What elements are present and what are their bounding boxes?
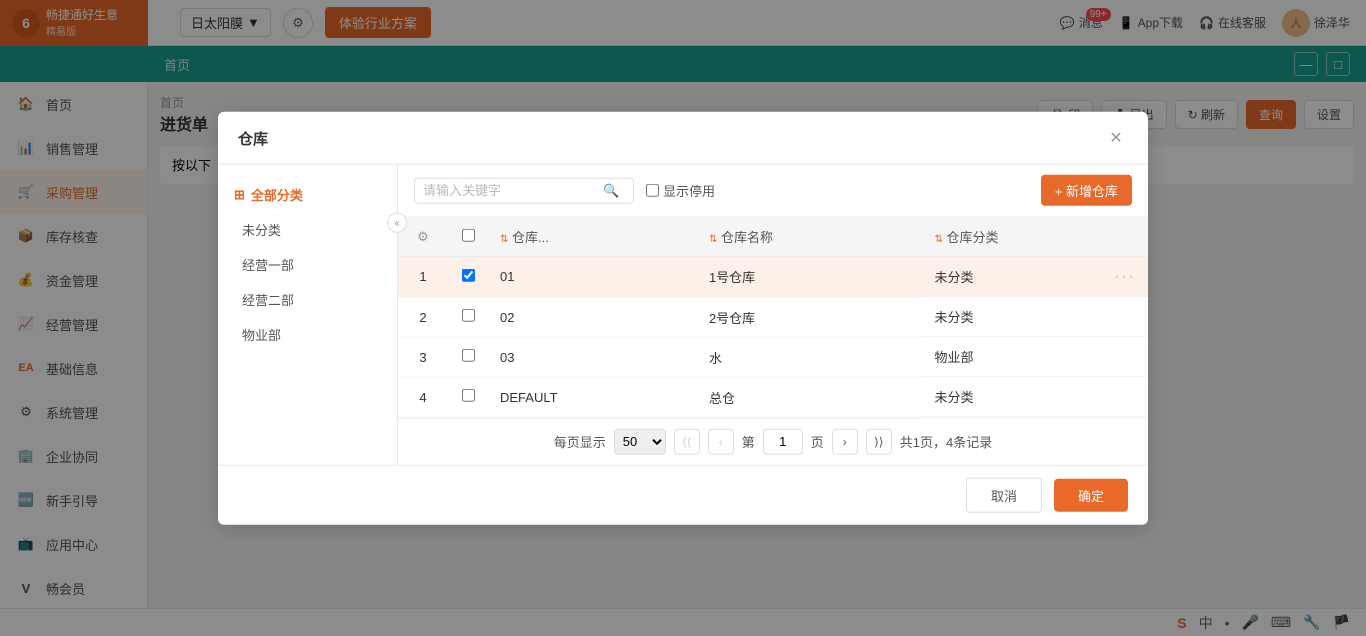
row-checkbox-cell[interactable] xyxy=(448,256,488,297)
page-next-btn[interactable]: › xyxy=(832,428,858,454)
page-unit: 页 xyxy=(811,432,824,451)
warehouse-table-wrap: ⚙ ⇅ 仓库... ⇅ 仓库名称 ⇅ xyxy=(398,217,1148,418)
row-code: DEFAULT xyxy=(488,377,697,417)
show-disabled-checkbox[interactable] xyxy=(646,184,659,197)
page-prev-btn[interactable]: ‹ xyxy=(708,428,734,454)
row-checkbox[interactable] xyxy=(462,269,475,282)
warehouse-search-input[interactable] xyxy=(423,183,603,198)
row-name: 总仓 xyxy=(697,377,923,417)
row-num: 1 xyxy=(398,256,448,297)
page-first-btn[interactable]: ⟨⟨ xyxy=(674,428,700,454)
modal-category-sidebar: ⊞ 全部分类 未分类 经营一部 经营二部 物业部 xyxy=(218,165,398,465)
row-category: 物业部 xyxy=(922,337,1148,377)
modal-title: 仓库 xyxy=(238,127,268,148)
row-num: 4 xyxy=(398,377,448,417)
row-checkbox-cell[interactable] xyxy=(448,297,488,337)
modal-pagination: 每页显示 50 20 100 ⟨⟨ ‹ 第 页 › ⟩⟩ 共1页，4条记录 xyxy=(398,417,1148,464)
category-unclassified[interactable]: 未分类 xyxy=(218,212,397,247)
select-all-checkbox[interactable] xyxy=(462,228,475,241)
page-input[interactable] xyxy=(763,428,803,454)
row-name: 2号仓库 xyxy=(697,297,923,337)
col-category[interactable]: ⇅ 仓库分类 xyxy=(922,217,1148,257)
row-checkbox[interactable] xyxy=(462,349,475,362)
sort-icon: ⇅ xyxy=(500,234,508,245)
row-category: 未分类 xyxy=(922,297,1148,337)
new-warehouse-btn[interactable]: + 新增仓库 xyxy=(1041,175,1132,206)
sort-icon: ⇅ xyxy=(934,234,942,245)
sidebar-collapse-btn[interactable]: « xyxy=(387,213,407,233)
modal-header: 仓库 ✕ xyxy=(218,112,1148,165)
confirm-button[interactable]: 确定 xyxy=(1054,478,1128,511)
modal-close-button[interactable]: ✕ xyxy=(1104,126,1128,150)
row-category: 未分类 ··· xyxy=(922,257,1148,297)
row-num: 3 xyxy=(398,337,448,377)
category-property[interactable]: 物业部 xyxy=(218,317,397,352)
table-row[interactable]: 3 03 水 物业部 xyxy=(398,337,1148,377)
row-checkbox-cell[interactable] xyxy=(448,337,488,377)
row-checkbox[interactable] xyxy=(462,309,475,322)
col-name[interactable]: ⇅ 仓库名称 xyxy=(697,217,923,257)
row-category: 未分类 xyxy=(922,377,1148,417)
modal-action-footer: 取消 确定 xyxy=(218,464,1148,524)
row-code: 03 xyxy=(488,337,697,377)
table-row[interactable]: 2 02 2号仓库 未分类 xyxy=(398,297,1148,337)
cancel-button[interactable]: 取消 xyxy=(966,477,1042,512)
warehouse-table: ⚙ ⇅ 仓库... ⇅ 仓库名称 ⇅ xyxy=(398,217,1148,418)
page-label: 第 xyxy=(742,432,755,451)
modal-toolbar: 🔍 显示停用 + 新增仓库 xyxy=(398,165,1148,217)
warehouse-tbody: 1 01 1号仓库 未分类 ··· 2 02 2号仓库 未分类 3 03 水 物… xyxy=(398,256,1148,417)
table-head: ⚙ ⇅ 仓库... ⇅ 仓库名称 ⇅ xyxy=(398,217,1148,257)
row-name: 水 xyxy=(697,337,923,377)
sort-icon: ⇅ xyxy=(709,234,717,245)
all-category-btn[interactable]: ⊞ 全部分类 xyxy=(218,177,397,212)
per-page-select[interactable]: 50 20 100 xyxy=(614,428,666,454)
category-dept2[interactable]: 经营二部 xyxy=(218,282,397,317)
table-row[interactable]: 1 01 1号仓库 未分类 ··· xyxy=(398,256,1148,297)
warehouse-modal: 仓库 ✕ ⊞ 全部分类 未分类 经营一部 经营二部 物业部 « xyxy=(218,112,1148,525)
row-code: 02 xyxy=(488,297,697,337)
warehouse-search-wrap: 🔍 xyxy=(414,177,634,203)
col-check xyxy=(448,217,488,257)
modal-main: 🔍 显示停用 + 新增仓库 ⚙ ⇅ 仓 xyxy=(398,165,1148,465)
per-page-label: 每页显示 xyxy=(554,432,606,451)
row-checkbox-cell[interactable] xyxy=(448,377,488,417)
modal-body: ⊞ 全部分类 未分类 经营一部 经营二部 物业部 « xyxy=(218,165,1148,465)
col-code[interactable]: ⇅ 仓库... xyxy=(488,217,697,257)
row-checkbox[interactable] xyxy=(462,389,475,402)
row-actions-icon[interactable]: ··· xyxy=(1114,267,1136,285)
row-name: 1号仓库 xyxy=(697,256,923,297)
search-icon[interactable]: 🔍 xyxy=(603,182,619,198)
show-disabled-label[interactable]: 显示停用 xyxy=(646,181,715,200)
grid-icon: ⊞ xyxy=(234,186,245,202)
page-last-btn[interactable]: ⟩⟩ xyxy=(866,428,892,454)
row-num: 2 xyxy=(398,297,448,337)
table-row[interactable]: 4 DEFAULT 总仓 未分类 xyxy=(398,377,1148,417)
category-dept1[interactable]: 经营一部 xyxy=(218,247,397,282)
row-code: 01 xyxy=(488,256,697,297)
total-label: 共1页，4条记录 xyxy=(900,432,992,451)
